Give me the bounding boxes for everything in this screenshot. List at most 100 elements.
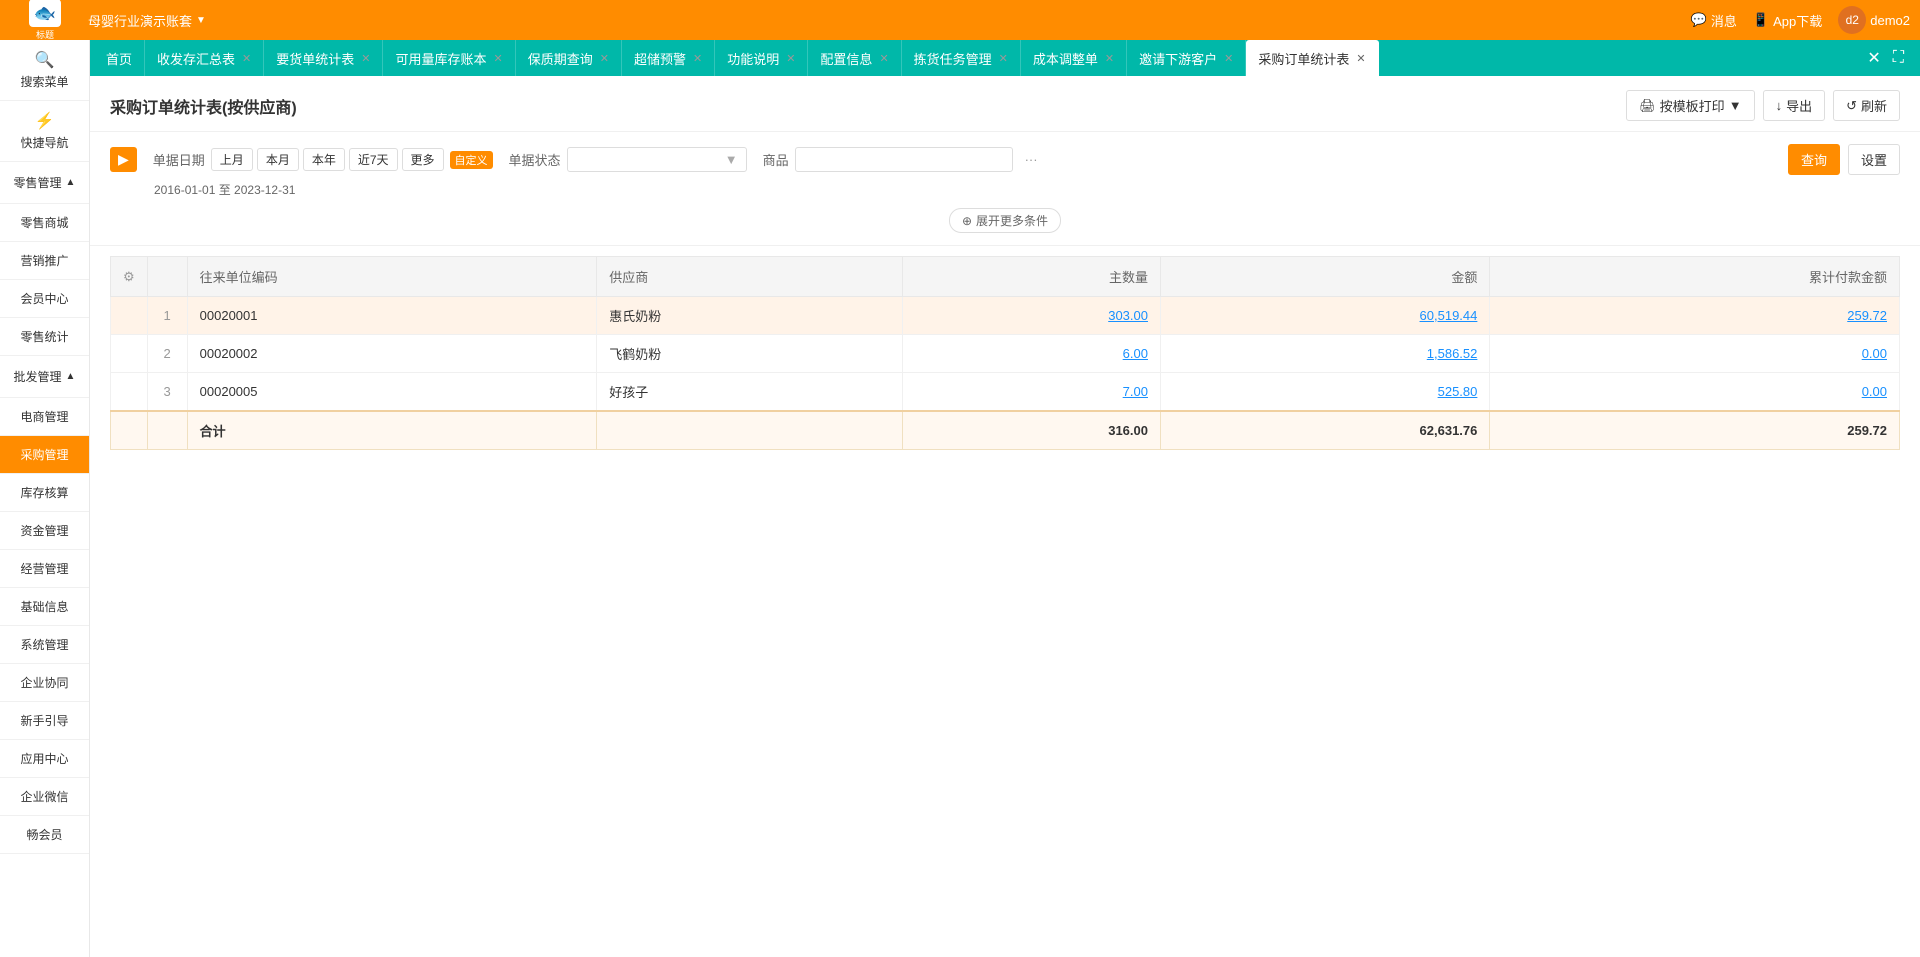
tab-freshness-close-icon[interactable]: ✕ <box>600 52 609 65</box>
content-area: 首页 收发存汇总表 ✕ 要货单统计表 ✕ 可用量库存账本 ✕ 保质期查询 ✕ 超… <box>90 40 1920 957</box>
tab-bar-actions: ✕ ⛶ <box>1855 46 1916 70</box>
sidebar-item-operations[interactable]: 经营管理 <box>0 550 89 588</box>
sidebar-label-wholesale: 批发管理 <box>14 368 62 385</box>
tab-invite-customer-close-icon[interactable]: ✕ <box>1224 52 1233 65</box>
cell-unit-code-2: 00020002 <box>187 335 597 373</box>
custom-tag: 自定义 <box>450 151 493 169</box>
sidebar-item-member[interactable]: 会员中心 <box>0 280 89 318</box>
sidebar-item-retail-shop[interactable]: 零售商城 <box>0 204 89 242</box>
tab-receive-pay-close-icon[interactable]: ✕ <box>242 52 251 65</box>
top-bar: 🐟 标题 母婴行业演示账套 ▼ 💬 消息 📱 App下载 d2 demo2 <box>0 0 1920 40</box>
goods-input[interactable] <box>804 152 1004 167</box>
tab-home[interactable]: 首页 <box>94 40 145 76</box>
tab-pick-task[interactable]: 拣货任务管理 ✕ <box>902 40 1021 76</box>
tab-cost-adjust[interactable]: 成本调整单 ✕ <box>1021 40 1127 76</box>
tab-func-desc[interactable]: 功能说明 ✕ <box>715 40 808 76</box>
cell-paid-2[interactable]: 0.00 <box>1490 335 1900 373</box>
cell-main-qty-3[interactable]: 7.00 <box>903 373 1161 412</box>
sidebar-item-finance[interactable]: 资金管理 <box>0 512 89 550</box>
tab-expand-btn[interactable]: ⛶ <box>1889 47 1908 69</box>
cell-amount-2[interactable]: 1,586.52 <box>1160 335 1489 373</box>
date-more-btn[interactable]: 更多 <box>402 148 444 171</box>
goods-filter-label: 商品 <box>763 150 789 169</box>
sidebar-label-search: 搜索菜单 <box>20 73 68 90</box>
sidebar-item-basic[interactable]: 基础信息 <box>0 588 89 626</box>
tab-overstock[interactable]: 超储预警 ✕ <box>622 40 715 76</box>
sidebar-label-vip: 畅会员 <box>26 826 62 843</box>
sidebar-label-basic: 基础信息 <box>20 598 68 615</box>
sidebar-item-marketing[interactable]: 营销推广 <box>0 242 89 280</box>
tab-freshness[interactable]: 保质期查询 ✕ <box>516 40 622 76</box>
status-filter-label: 单据状态 <box>509 150 561 169</box>
sidebar-item-inventory[interactable]: 库存核算 <box>0 474 89 512</box>
date-7days-btn[interactable]: 近7天 <box>349 148 398 171</box>
date-last-month-btn[interactable]: 上月 <box>211 148 253 171</box>
tab-func-desc-close-icon[interactable]: ✕ <box>786 52 795 65</box>
quick-nav-icon: ⚡ <box>35 111 55 131</box>
date-filter-label: 单据日期 <box>153 150 205 169</box>
table-settings-icon[interactable]: ⚙ <box>123 269 135 284</box>
workspace-selector[interactable]: 母婴行业演示账套 ▼ <box>88 11 1683 30</box>
sidebar-item-search[interactable]: 🔍 搜索菜单 <box>0 40 89 101</box>
sidebar-item-quick-nav[interactable]: ⚡ 快捷导航 <box>0 101 89 162</box>
page-content: 采购订单统计表(按供应商) 🖨 按模板打印 ▼ ↓ 导出 ↺ 刷新 <box>90 76 1920 957</box>
refresh-btn[interactable]: ↺ 刷新 <box>1833 90 1900 121</box>
app-download-btn[interactable]: 📱 App下载 <box>1753 11 1822 30</box>
cell-supplier-1: 惠氏奶粉 <box>597 297 903 335</box>
sidebar-item-vip[interactable]: 畅会员 <box>0 816 89 854</box>
settings-btn[interactable]: 设置 <box>1848 144 1900 175</box>
user-area[interactable]: d2 demo2 <box>1838 6 1910 34</box>
tab-goods-stat[interactable]: 要货单统计表 ✕ <box>264 40 383 76</box>
sidebar-item-retail-stat[interactable]: 零售统计 <box>0 318 89 356</box>
sidebar-item-newbie[interactable]: 新手引导 <box>0 702 89 740</box>
print-btn[interactable]: 🖨 按模板打印 ▼ <box>1626 90 1754 121</box>
sidebar-item-collab[interactable]: 企业协同 <box>0 664 89 702</box>
page-title: 采购订单统计表(按供应商) <box>110 94 297 118</box>
main-layout: 🔍 搜索菜单 ⚡ 快捷导航 零售管理 ▲ 零售商城 营销推广 会员中心 零售统计… <box>0 40 1920 957</box>
sidebar-item-purchase[interactable]: 采购管理 <box>0 436 89 474</box>
table-row: 2 00020002 飞鹤奶粉 6.00 1,586.52 0.00 <box>111 335 1900 373</box>
tab-avail-stock-close-icon[interactable]: ✕ <box>494 52 503 65</box>
tab-config-close-icon[interactable]: ✕ <box>879 52 888 65</box>
goods-more-btn[interactable]: ··· <box>1019 150 1044 169</box>
tab-config[interactable]: 配置信息 ✕ <box>808 40 901 76</box>
cell-amount-3[interactable]: 525.80 <box>1160 373 1489 412</box>
tab-goods-stat-close-icon[interactable]: ✕ <box>361 52 370 65</box>
cell-amount-1[interactable]: 60,519.44 <box>1160 297 1489 335</box>
cell-paid-3[interactable]: 0.00 <box>1490 373 1900 412</box>
tab-close-all-btn[interactable]: ✕ <box>1863 46 1884 70</box>
tab-cost-adjust-close-icon[interactable]: ✕ <box>1105 52 1114 65</box>
filter-goods-item: 商品 ··· <box>763 147 1044 172</box>
export-btn[interactable]: ↓ 导出 <box>1763 90 1826 121</box>
sidebar-item-retail[interactable]: 零售管理 ▲ <box>0 162 89 204</box>
tab-purchase-stat[interactable]: 采购订单统计表 ✕ <box>1246 40 1378 76</box>
sidebar-item-wholesale[interactable]: 批发管理 ▲ <box>0 356 89 398</box>
filter-toggle-btn[interactable]: ▶ <box>110 147 137 172</box>
tab-avail-stock[interactable]: 可用量库存账本 ✕ <box>383 40 515 76</box>
date-this-month-btn[interactable]: 本月 <box>257 148 299 171</box>
date-this-year-btn[interactable]: 本年 <box>303 148 345 171</box>
expand-conditions-btn[interactable]: ⊕ 展开更多条件 <box>949 208 1061 233</box>
tab-overstock-label: 超储预警 <box>634 49 686 68</box>
tab-overstock-close-icon[interactable]: ✕ <box>693 52 702 65</box>
sidebar-item-app-center[interactable]: 应用中心 <box>0 740 89 778</box>
tab-avail-stock-label: 可用量库存账本 <box>395 49 486 68</box>
tab-pick-task-close-icon[interactable]: ✕ <box>999 52 1008 65</box>
search-btn[interactable]: 查询 <box>1788 144 1840 175</box>
status-select[interactable]: ▼ <box>567 147 747 172</box>
message-btn[interactable]: 💬 消息 <box>1691 11 1737 30</box>
tab-invite-customer[interactable]: 邀请下游客户 ✕ <box>1127 40 1246 76</box>
footer-main-qty: 316.00 <box>903 411 1161 450</box>
tab-purchase-stat-close-icon[interactable]: ✕ <box>1356 52 1365 65</box>
cell-seq-3: 3 <box>147 373 187 412</box>
workspace-caret-icon: ▼ <box>196 15 206 26</box>
footer-amount: 62,631.76 <box>1160 411 1489 450</box>
cell-paid-1[interactable]: 259.72 <box>1490 297 1900 335</box>
sidebar-item-ecommerce[interactable]: 电商管理 <box>0 398 89 436</box>
sidebar-item-wechat[interactable]: 企业微信 <box>0 778 89 816</box>
sidebar-item-system[interactable]: 系统管理 <box>0 626 89 664</box>
footer-seq-cell <box>147 411 187 450</box>
cell-main-qty-1[interactable]: 303.00 <box>903 297 1161 335</box>
tab-receive-pay[interactable]: 收发存汇总表 ✕ <box>145 40 264 76</box>
cell-main-qty-2[interactable]: 6.00 <box>903 335 1161 373</box>
